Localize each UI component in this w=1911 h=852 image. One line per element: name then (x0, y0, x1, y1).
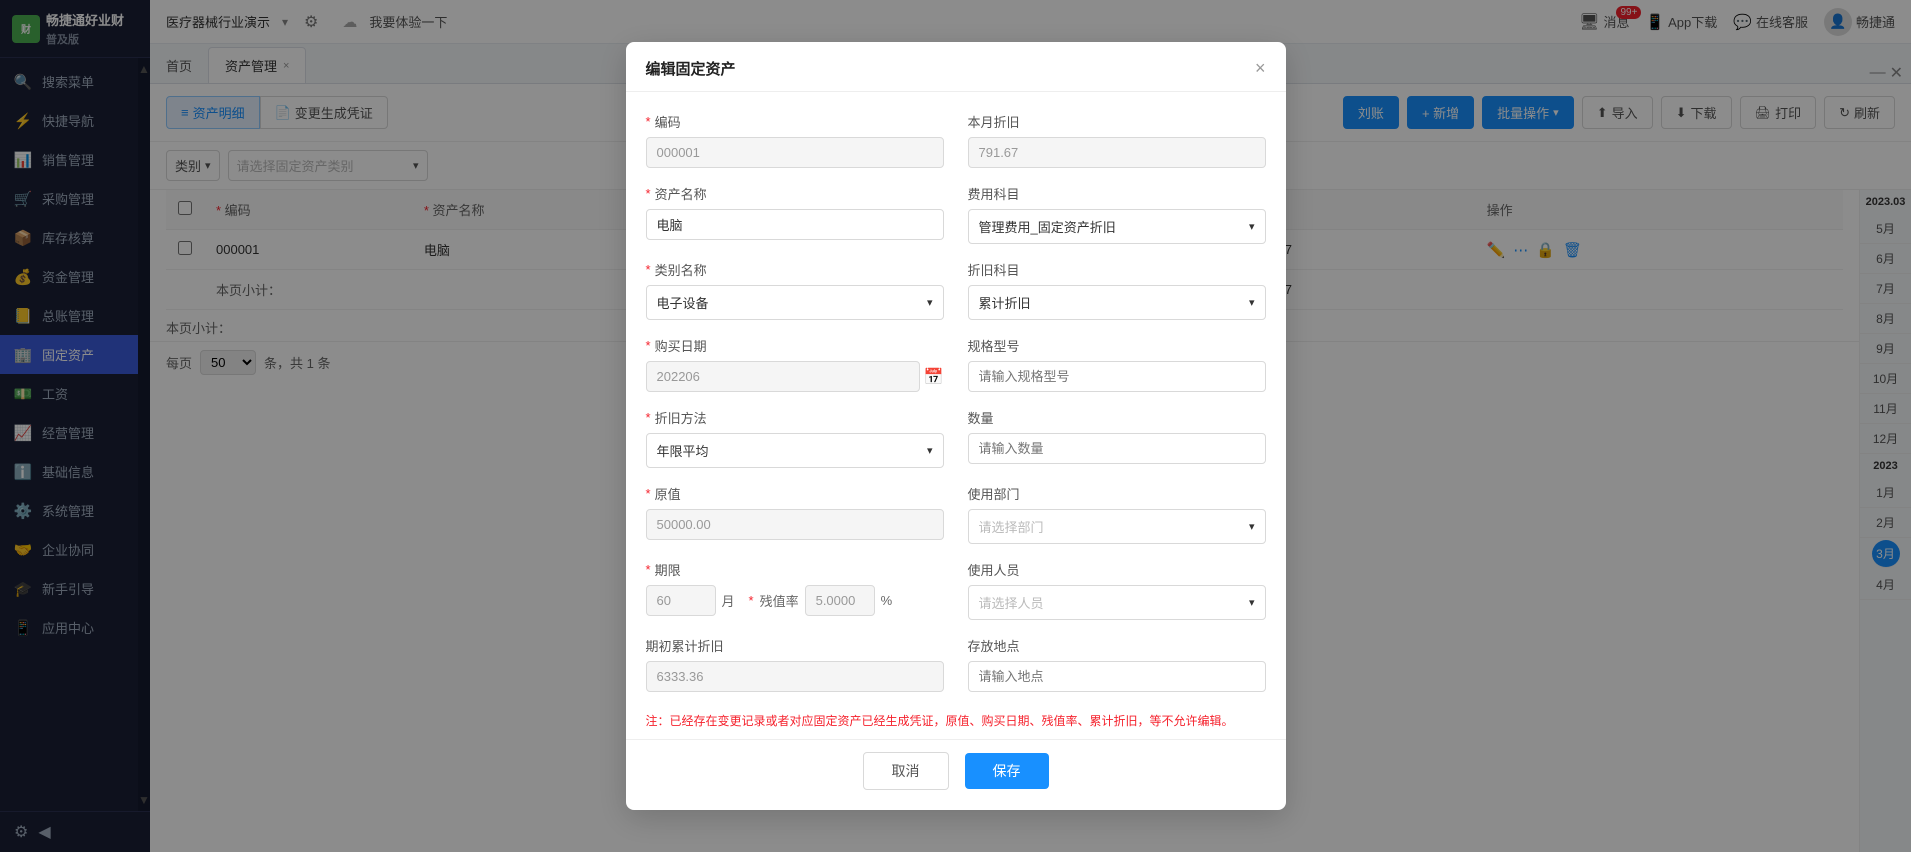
spec-input[interactable] (968, 361, 1266, 392)
depreciation-method-select[interactable]: 年限平均 ▾ (646, 433, 944, 468)
purchase-date-input[interactable] (646, 361, 920, 392)
code-input[interactable] (646, 137, 944, 168)
department-dropdown-icon: ▾ (1249, 520, 1255, 533)
personnel-dropdown-icon: ▾ (1249, 596, 1255, 609)
original-value-label: * 原值 (646, 484, 944, 503)
method-dropdown-icon: ▾ (927, 444, 933, 457)
field-monthly-depreciation: 本月折旧 (968, 112, 1266, 168)
field-category: * 类别名称 电子设备 ▾ (646, 260, 944, 320)
personnel-label: 使用人员 (968, 560, 1266, 579)
purchase-date-label: * 购买日期 (646, 336, 944, 355)
modal-header: 编辑固定资产 × (626, 42, 1286, 92)
asset-name-input[interactable] (646, 209, 944, 240)
period-residual-row: 月 * 残值率 % (646, 585, 944, 616)
initial-accumulated-label: 期初累计折旧 (646, 636, 944, 655)
quantity-input[interactable] (968, 433, 1266, 464)
category-select[interactable]: 电子设备 ▾ (646, 285, 944, 320)
field-purchase-date: * 购买日期 📅 (646, 336, 944, 392)
purchase-date-row: 📅 (646, 361, 944, 392)
category-label: * 类别名称 (646, 260, 944, 279)
depreciation-dropdown-icon: ▾ (1249, 296, 1255, 309)
field-depreciation-method: * 折旧方法 年限平均 ▾ (646, 408, 944, 468)
cancel-button[interactable]: 取消 (863, 752, 949, 790)
field-location: 存放地点 (968, 636, 1266, 692)
field-original-value: * 原值 (646, 484, 944, 544)
modal-note: 注：已经存在变更记录或者对应固定资产已经生成凭证，原值、购买日期、残值率、累计折… (626, 712, 1286, 739)
original-value-input[interactable] (646, 509, 944, 540)
expense-account-label: 费用科目 (968, 184, 1266, 203)
depreciation-account-select[interactable]: 累计折旧 ▾ (968, 285, 1266, 320)
modal-overlay[interactable]: 编辑固定资产 × * 编码 本月折旧 * 资产名称 (0, 0, 1911, 852)
depreciation-method-label: * 折旧方法 (646, 408, 944, 427)
field-code: * 编码 (646, 112, 944, 168)
expense-account-select[interactable]: 管理费用_固定资产折旧 ▾ (968, 209, 1266, 244)
residual-rate-unit: % (881, 593, 893, 608)
expense-dropdown-icon: ▾ (1249, 220, 1255, 233)
personnel-select[interactable]: 请选择人员 ▾ (968, 585, 1266, 620)
modal-close-button[interactable]: × (1255, 58, 1266, 79)
period-label: * 期限 (646, 560, 944, 579)
field-expense-account: 费用科目 管理费用_固定资产折旧 ▾ (968, 184, 1266, 244)
modal-footer: 取消 保存 (626, 739, 1286, 810)
code-label: * 编码 (646, 112, 944, 131)
field-asset-name: * 资产名称 (646, 184, 944, 244)
period-input[interactable] (646, 585, 716, 616)
location-input[interactable] (968, 661, 1266, 692)
spec-label: 规格型号 (968, 336, 1266, 355)
department-select[interactable]: 请选择部门 ▾ (968, 509, 1266, 544)
save-button[interactable]: 保存 (965, 753, 1049, 789)
modal-body: * 编码 本月折旧 * 资产名称 费用科目 (626, 92, 1286, 712)
asset-name-label: * 资产名称 (646, 184, 944, 203)
edit-asset-modal: 编辑固定资产 × * 编码 本月折旧 * 资产名称 (626, 42, 1286, 810)
department-label: 使用部门 (968, 484, 1266, 503)
residual-rate-input[interactable] (805, 585, 875, 616)
field-period-residual: * 期限 月 * 残值率 % (646, 560, 944, 620)
modal-title: 编辑固定资产 (646, 58, 736, 79)
monthly-depreciation-input (968, 137, 1266, 168)
period-unit: 月 (722, 591, 735, 610)
location-label: 存放地点 (968, 636, 1266, 655)
field-depreciation-account: 折旧科目 累计折旧 ▾ (968, 260, 1266, 320)
residual-rate-label: 残值率 (760, 591, 799, 610)
field-personnel: 使用人员 请选择人员 ▾ (968, 560, 1266, 620)
field-initial-accumulated: 期初累计折旧 (646, 636, 944, 692)
calendar-icon[interactable]: 📅 (924, 367, 944, 387)
field-department: 使用部门 请选择部门 ▾ (968, 484, 1266, 544)
category-dropdown-icon: ▾ (927, 296, 933, 309)
field-spec: 规格型号 (968, 336, 1266, 392)
initial-accumulated-input[interactable] (646, 661, 944, 692)
field-quantity: 数量 (968, 408, 1266, 468)
quantity-label: 数量 (968, 408, 1266, 427)
depreciation-account-label: 折旧科目 (968, 260, 1266, 279)
monthly-depreciation-label: 本月折旧 (968, 112, 1266, 131)
